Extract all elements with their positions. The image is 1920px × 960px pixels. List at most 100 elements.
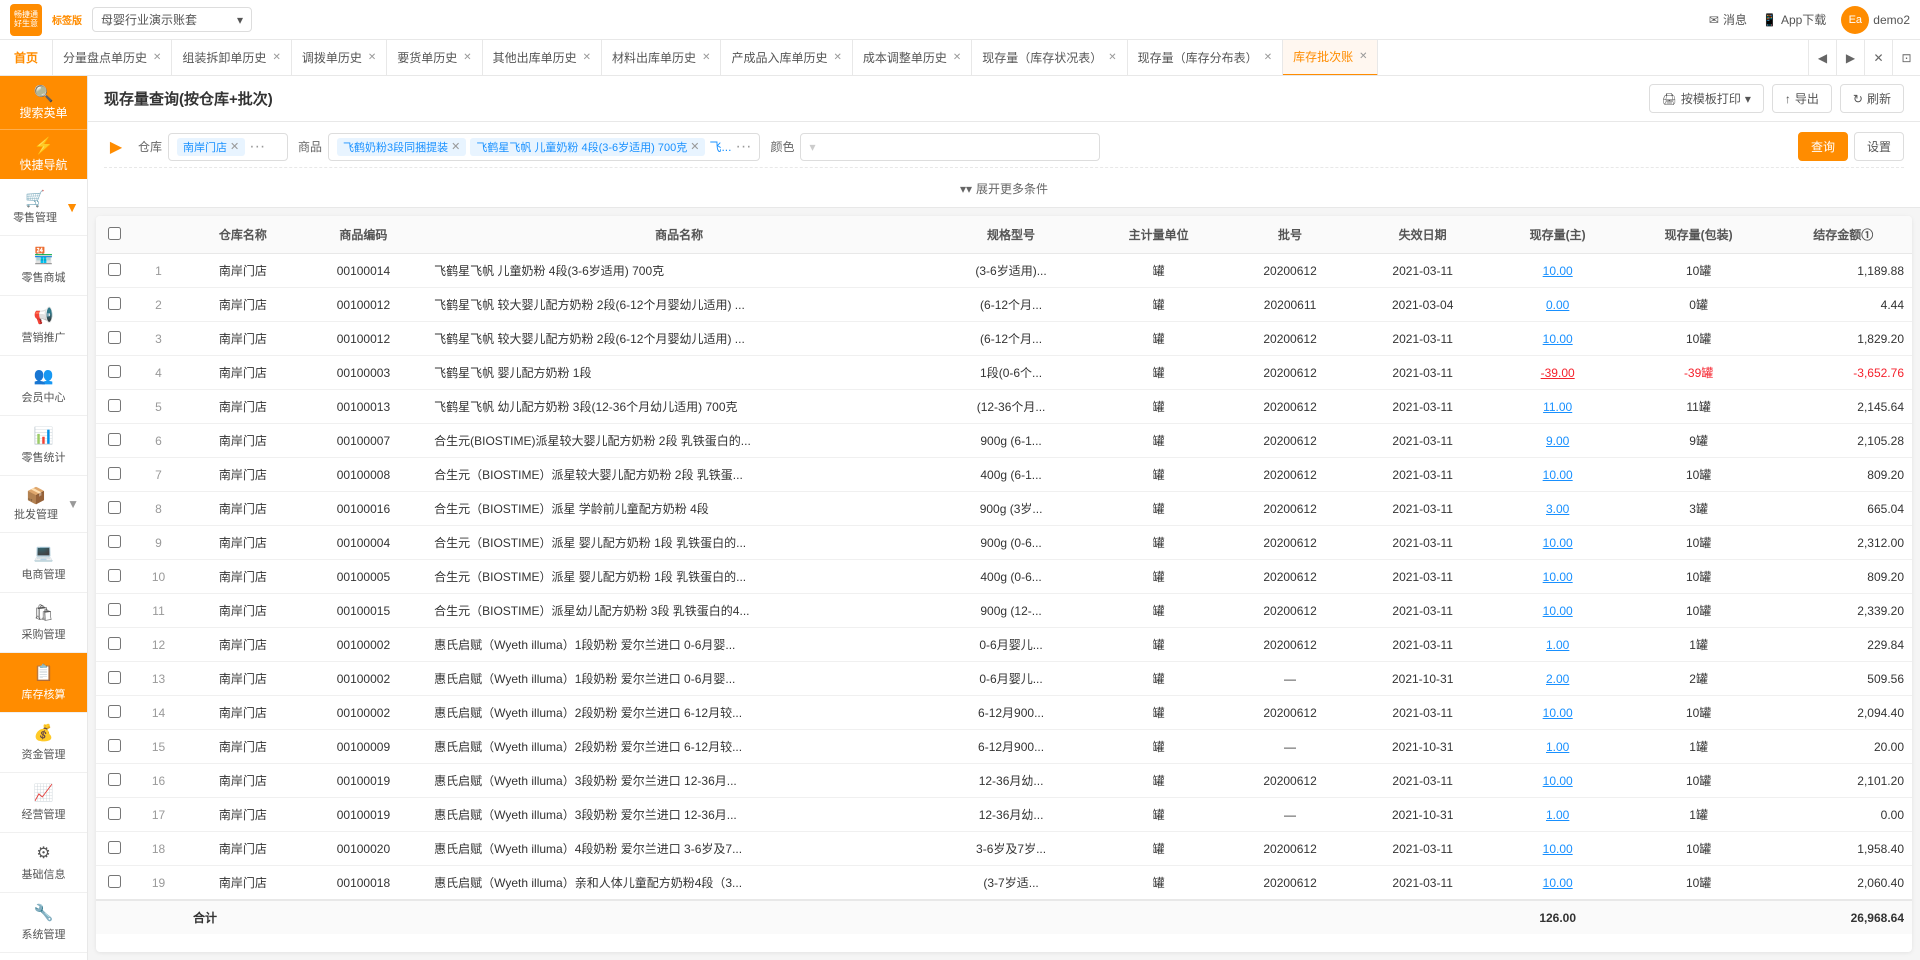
settings-button[interactable]: 设置 (1854, 132, 1904, 161)
message-button[interactable]: ✉ 消息 (1709, 11, 1747, 28)
sidebar-item-system[interactable]: 🔧 系统管理 (0, 893, 87, 953)
cell-qty-main[interactable]: 0.00 (1493, 288, 1623, 322)
cell-checkbox[interactable] (96, 356, 132, 390)
cell-qty-main[interactable]: -39.00 (1493, 356, 1623, 390)
product-more-icon[interactable]: ··· (735, 138, 751, 156)
expand-more-button[interactable]: ▾▾ 展开更多条件 (960, 180, 1048, 197)
color-tag-group[interactable]: ▾ (800, 133, 1100, 161)
cell-checkbox[interactable] (96, 866, 132, 901)
cell-checkbox[interactable] (96, 764, 132, 798)
sidebar-item-purchase[interactable]: 🛍 采购管理 (0, 593, 87, 653)
app-download-button[interactable]: 📱 App下载 (1762, 11, 1826, 28)
sidebar-item-enterprise[interactable]: 🤝 企业协同 (0, 953, 87, 960)
cell-checkbox[interactable] (96, 526, 132, 560)
filter-expand-arrow[interactable]: ▶ (104, 135, 128, 159)
sidebar-item-wholesale[interactable]: 📦 批发管理 ▼ (0, 476, 87, 533)
cell-checkbox[interactable] (96, 424, 132, 458)
tab-yaohuo[interactable]: 要货单历史 ✕ (387, 40, 482, 76)
sidebar-item-stats[interactable]: 📊 零售统计 (0, 416, 87, 476)
cell-qty-main[interactable]: 2.00 (1493, 662, 1623, 696)
cell-checkbox[interactable] (96, 628, 132, 662)
cell-qty-main[interactable]: 10.00 (1493, 696, 1623, 730)
sidebar-search[interactable]: 🔍 搜索英单 (0, 76, 87, 129)
export-button[interactable]: ↑ 导出 (1772, 84, 1832, 113)
sidebar-item-operations[interactable]: 📈 经营管理 (0, 773, 87, 833)
sidebar-item-basics[interactable]: ⚙ 基础信息 (0, 833, 87, 893)
cell-qty-main[interactable]: 10.00 (1493, 560, 1623, 594)
cell-checkbox[interactable] (96, 832, 132, 866)
org-selector[interactable]: 母婴行业演示账套 ▾ (92, 7, 252, 32)
sidebar-item-ecommerce[interactable]: 💻 电商管理 (0, 533, 87, 593)
tab-close-1[interactable]: ✕ (153, 52, 161, 63)
cell-qty-main[interactable]: 10.00 (1493, 526, 1623, 560)
cell-qty-main[interactable]: 1.00 (1493, 628, 1623, 662)
tab-close-3[interactable]: ✕ (368, 52, 376, 63)
cell-checkbox[interactable] (96, 492, 132, 526)
cell-qty-main[interactable]: 11.00 (1493, 390, 1623, 424)
sidebar-item-finance[interactable]: 💰 资金管理 (0, 713, 87, 773)
tab-kucun-batch[interactable]: 库存批次账 ✕ (1283, 40, 1378, 76)
tab-home[interactable]: 首页 (0, 40, 53, 76)
tab-close-4[interactable]: ✕ (463, 52, 471, 63)
sidebar-item-member[interactable]: 👥 会员中心 (0, 356, 87, 416)
tab-xiancun-dist[interactable]: 现存量（库存分布表） ✕ (1128, 40, 1283, 76)
query-button[interactable]: 查询 (1798, 132, 1848, 161)
product-tag-group[interactable]: 飞鹤奶粉3段同捆提装 ✕ 飞鹤星飞帆 儿童奶粉 4段(3-6岁适用) 700克 … (328, 133, 760, 161)
tab-close-5[interactable]: ✕ (583, 52, 591, 63)
tab-chanchenpin[interactable]: 产成品入库单历史 ✕ (721, 40, 852, 76)
cell-qty-main[interactable]: 10.00 (1493, 458, 1623, 492)
warehouse-tag-group[interactable]: 南岸门店 ✕ ··· (168, 133, 288, 161)
tab-diaob[interactable]: 调拨单历史 ✕ (292, 40, 387, 76)
cell-qty-main[interactable]: 3.00 (1493, 492, 1623, 526)
tab-fullscreen[interactable]: ⊡ (1892, 40, 1920, 76)
product-more-label[interactable]: 飞... (709, 138, 731, 155)
tab-close-6[interactable]: ✕ (702, 52, 710, 63)
cell-qty-main[interactable]: 10.00 (1493, 764, 1623, 798)
cell-qty-main[interactable]: 10.00 (1493, 866, 1623, 901)
tab-close-2[interactable]: ✕ (272, 52, 280, 63)
tab-close-8[interactable]: ✕ (953, 52, 961, 63)
table-container[interactable]: 仓库名称 商品编码 商品名称 规格型号 主计量单位 批号 失效日期 现存量(主)… (96, 216, 1912, 952)
cell-checkbox[interactable] (96, 560, 132, 594)
sidebar-quicknav[interactable]: ⚡ 快捷导航 (0, 129, 87, 179)
sidebar-item-marketing[interactable]: 📢 营销推广 (0, 296, 87, 356)
product-tag-close-2[interactable]: ✕ (690, 140, 699, 153)
sidebar-item-retail[interactable]: 🛒 零售管理 ▼ (0, 179, 87, 236)
cell-checkbox[interactable] (96, 696, 132, 730)
cell-checkbox[interactable] (96, 288, 132, 322)
select-all-checkbox[interactable] (108, 227, 121, 240)
tab-cailiao[interactable]: 材料出库单历史 ✕ (602, 40, 721, 76)
cell-checkbox[interactable] (96, 662, 132, 696)
tab-arrow-right[interactable]: ▶ (1836, 40, 1864, 76)
tab-qita[interactable]: 其他出库单历史 ✕ (483, 40, 602, 76)
cell-qty-main[interactable]: 10.00 (1493, 832, 1623, 866)
print-button[interactable]: 🖨 按模板打印 ▾ (1649, 84, 1764, 113)
sidebar-item-shop[interactable]: 🏪 零售商城 (0, 236, 87, 296)
cell-checkbox[interactable] (96, 322, 132, 356)
warehouse-tag-close-1[interactable]: ✕ (230, 140, 239, 153)
tab-zuhe[interactable]: 组装拆卸单历史 ✕ (172, 40, 291, 76)
cell-qty-main[interactable]: 10.00 (1493, 254, 1623, 288)
product-tag-close-1[interactable]: ✕ (451, 140, 460, 153)
tab-xiancun-status[interactable]: 现存量（库存状况表） ✕ (972, 40, 1127, 76)
tab-arrow-left[interactable]: ◀ (1808, 40, 1836, 76)
cell-qty-main[interactable]: 10.00 (1493, 594, 1623, 628)
warehouse-more-icon[interactable]: ··· (249, 138, 265, 156)
refresh-button[interactable]: ↻ 刷新 (1840, 84, 1904, 113)
sidebar-item-inventory[interactable]: 📋 库存核算 (0, 653, 87, 713)
tab-close-current[interactable]: ✕ (1864, 40, 1892, 76)
cell-checkbox[interactable] (96, 798, 132, 832)
color-dropdown-arrow[interactable]: ▾ (809, 140, 815, 154)
tab-fen-liang[interactable]: 分量盘点单历史 ✕ (53, 40, 172, 76)
cell-checkbox[interactable] (96, 390, 132, 424)
cell-checkbox[interactable] (96, 254, 132, 288)
cell-qty-main[interactable]: 1.00 (1493, 798, 1623, 832)
tab-close-9[interactable]: ✕ (1108, 52, 1116, 63)
tab-close-7[interactable]: ✕ (833, 52, 841, 63)
tab-chengben[interactable]: 成本调整单历史 ✕ (853, 40, 972, 76)
cell-checkbox[interactable] (96, 730, 132, 764)
cell-qty-main[interactable]: 10.00 (1493, 322, 1623, 356)
tab-close-11[interactable]: ✕ (1359, 51, 1367, 62)
tab-close-10[interactable]: ✕ (1264, 52, 1272, 63)
cell-qty-main[interactable]: 1.00 (1493, 730, 1623, 764)
